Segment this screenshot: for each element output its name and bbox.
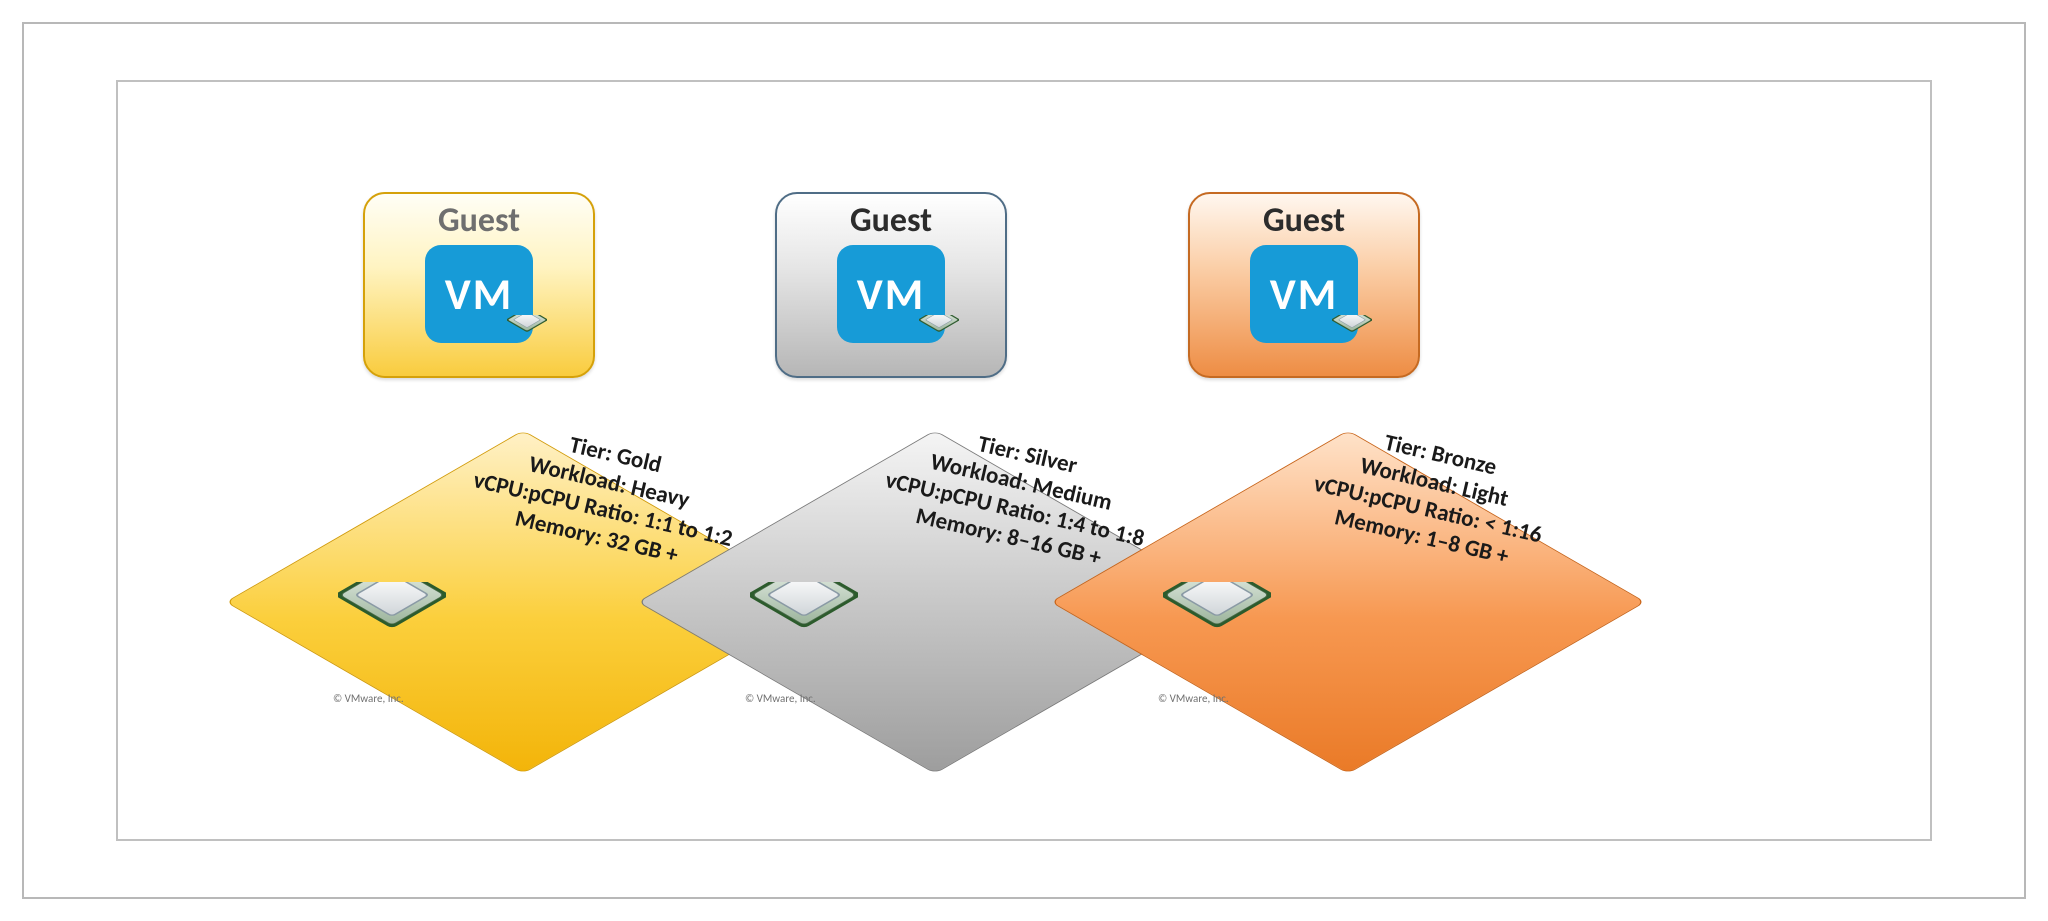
chip-icon xyxy=(1332,315,1372,355)
guest-card-silver: Guest VM xyxy=(775,192,1007,378)
vm-badge: VM xyxy=(837,245,945,343)
cpu-icon xyxy=(338,582,446,690)
cpu-icon xyxy=(1163,582,1271,690)
copyright: © VMware, Inc. xyxy=(745,692,816,705)
inner-frame: Tier: Gold Workload: Heavy vCPU:pCPU Rat… xyxy=(116,80,1932,841)
copyright: © VMware, Inc. xyxy=(333,692,404,705)
copyright: © VMware, Inc. xyxy=(1158,692,1229,705)
guest-card-gold: Guest VM xyxy=(363,192,595,378)
guest-label: Guest xyxy=(850,200,932,241)
cpu-icon xyxy=(750,582,858,690)
guest-card-bronze: Guest VM xyxy=(1188,192,1420,378)
vm-text: VM xyxy=(857,267,925,321)
vm-badge: VM xyxy=(425,245,533,343)
chip-icon xyxy=(919,315,959,355)
outer-frame: Tier: Gold Workload: Heavy vCPU:pCPU Rat… xyxy=(22,22,2026,899)
vm-text: VM xyxy=(1270,267,1338,321)
vm-text: VM xyxy=(445,267,513,321)
guest-label: Guest xyxy=(438,200,520,241)
chip-icon xyxy=(507,315,547,355)
vm-badge: VM xyxy=(1250,245,1358,343)
page: Tier: Gold Workload: Heavy vCPU:pCPU Rat… xyxy=(0,0,2048,921)
guest-label: Guest xyxy=(1263,200,1345,241)
